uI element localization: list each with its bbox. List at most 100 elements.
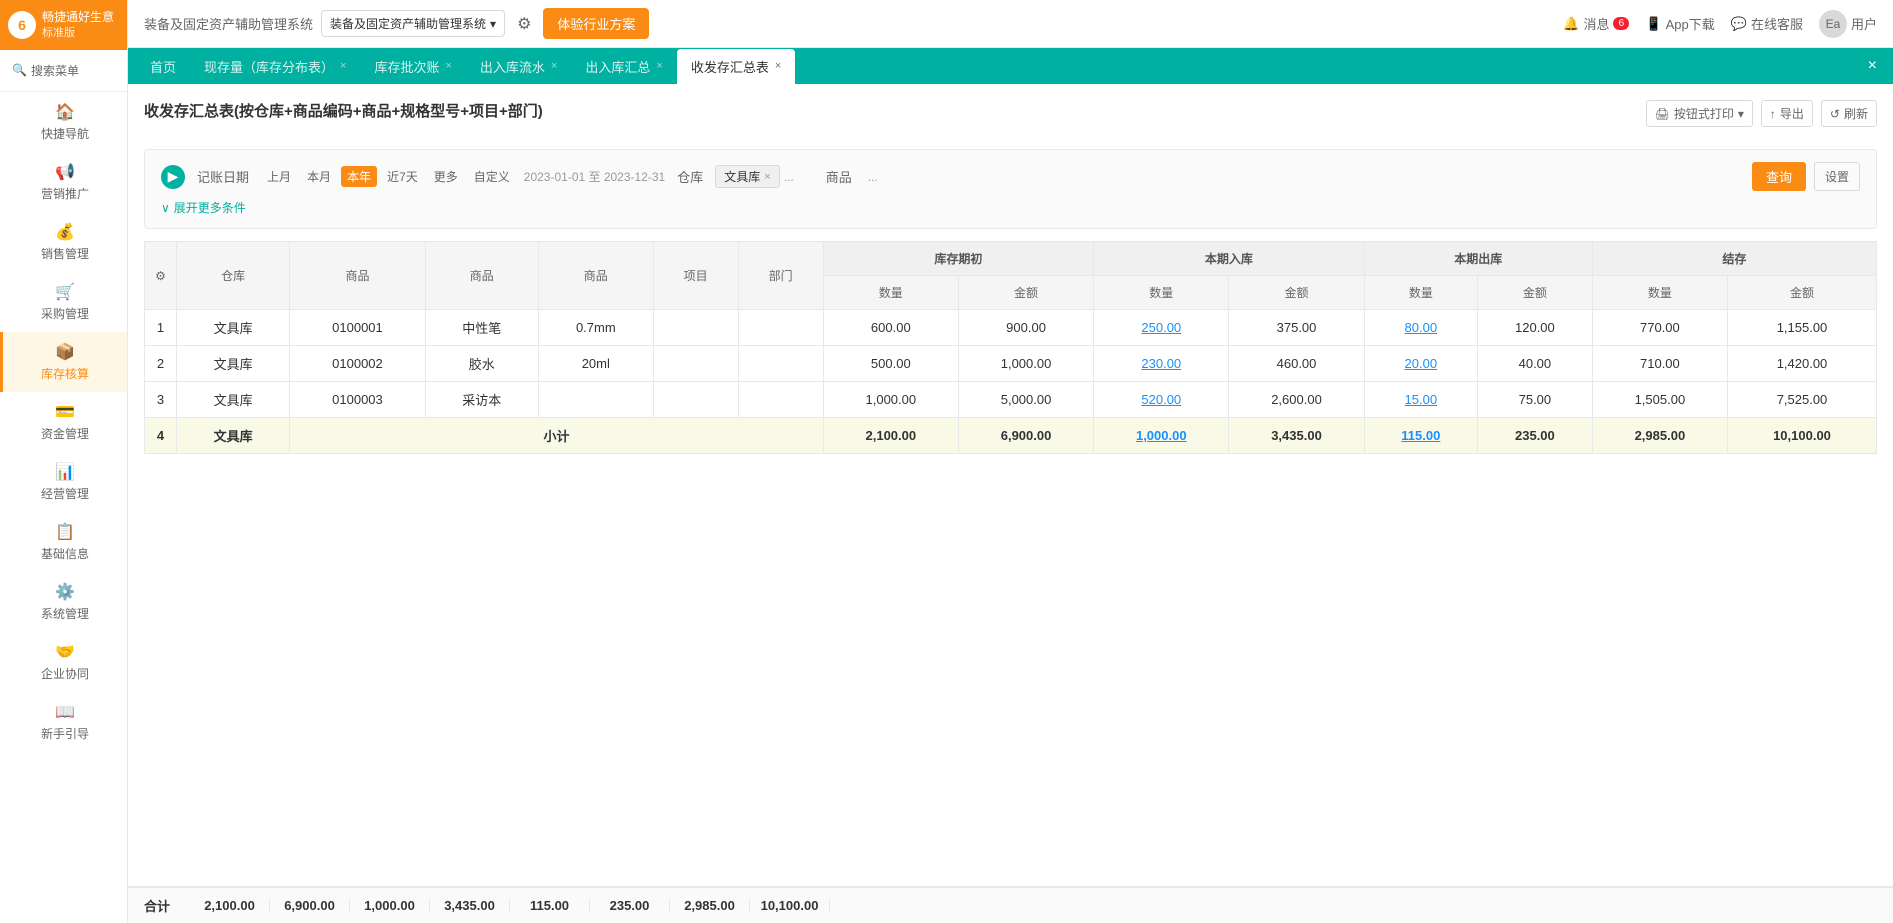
tab-close-inout-flow[interactable]: ×: [551, 60, 557, 72]
th-closing-qty: 数量: [1592, 276, 1727, 310]
tab-home[interactable]: 首页: [136, 49, 190, 84]
footer-closing-qty: 2,985.00: [670, 898, 750, 913]
tab-close-batch[interactable]: ×: [445, 60, 451, 72]
date-opt-this-year[interactable]: 本年: [341, 166, 377, 187]
app-download-item[interactable]: 📱 App下载: [1645, 14, 1714, 33]
print-button[interactable]: 🖨 按钮式打印 ▾: [1646, 100, 1753, 127]
subtotal-closing-qty: 2,985.00: [1592, 418, 1727, 454]
search-icon: 🔍: [12, 63, 27, 77]
sidebar-search-area: 🔍 搜索菜单: [0, 50, 127, 92]
topbar-right: 🔔 消息 6 📱 App下载 💬 在线客服 Ea 用户: [1563, 10, 1877, 38]
table-row: 2 文具库 0100002 胶水 20ml 500.00 1,000.00 23…: [145, 346, 1877, 382]
sidebar-item-operations[interactable]: 📊 经营管理: [0, 452, 127, 512]
data-table: ⚙ 仓库 商品 商品 商品 项目 部门 库存期初 本期入库 本期出库 结存: [144, 241, 1877, 454]
th-settings[interactable]: ⚙: [145, 242, 177, 310]
page-inner: 收发存汇总表(按仓库+商品编码+商品+规格型号+项目+部门) 🖨 按钮式打印 ▾…: [128, 84, 1893, 886]
enterprise-icon: 🤝: [55, 642, 75, 662]
system-dropdown[interactable]: 装备及固定资产辅助管理系统 ▾: [321, 10, 505, 37]
tab-collect-summary[interactable]: 收发存汇总表 ×: [677, 49, 795, 84]
warehouse-label: 仓库: [677, 167, 703, 186]
home-icon: 🏠: [55, 102, 75, 122]
sidebar-item-finance[interactable]: 💳 资金管理: [0, 392, 127, 452]
footer-closing-amt: 10,100.00: [750, 898, 830, 913]
sidebar-item-quick-nav[interactable]: 🏠 快捷导航: [0, 92, 127, 152]
expand-more-conditions[interactable]: ∨ 展开更多条件: [161, 199, 1860, 216]
tab-stock-dist[interactable]: 现存量（库存分布表） ×: [190, 49, 360, 84]
tab-batch[interactable]: 库存批次账 ×: [360, 49, 465, 84]
refresh-button[interactable]: ↺ 刷新: [1821, 100, 1877, 127]
sidebar-item-system[interactable]: ⚙️ 系统管理: [0, 572, 127, 632]
sidebar-item-sales[interactable]: 💰 销售管理: [0, 212, 127, 272]
sidebar-item-inventory[interactable]: 📦 库存核算: [0, 332, 127, 392]
row-in-qty[interactable]: 230.00: [1094, 346, 1229, 382]
row-project: [653, 346, 738, 382]
date-opt-7days[interactable]: 近7天: [381, 166, 424, 187]
tabbar-close-button[interactable]: ×: [1860, 53, 1885, 79]
row-goods-spec: [538, 382, 653, 418]
guide-icon: 📖: [55, 702, 75, 722]
subtotal-label: 小计: [290, 418, 823, 454]
footer-label: 合计: [144, 896, 170, 915]
subtotal-out-qty[interactable]: 115.00: [1364, 418, 1477, 454]
th-in-amt: 金额: [1229, 276, 1364, 310]
query-button[interactable]: 查询: [1752, 162, 1806, 191]
sidebar-item-guide[interactable]: 📖 新手引导: [0, 692, 127, 752]
filter-toggle-button[interactable]: ▶: [161, 165, 185, 189]
sidebar-item-basic-info[interactable]: 📋 基础信息: [0, 512, 127, 572]
row-out-qty[interactable]: 15.00: [1364, 382, 1477, 418]
trial-button[interactable]: 体验行业方案: [543, 8, 649, 39]
user-item[interactable]: Ea 用户: [1819, 10, 1877, 38]
row-goods-code: 0100003: [290, 382, 425, 418]
row-out-amt: 120.00: [1478, 310, 1593, 346]
online-service-item[interactable]: 💬 在线客服: [1731, 14, 1803, 33]
th-out-amt: 金额: [1478, 276, 1593, 310]
tab-inout-flow[interactable]: 出入库流水 ×: [466, 49, 571, 84]
row-out-qty[interactable]: 80.00: [1364, 310, 1477, 346]
basic-info-icon: 📋: [55, 522, 75, 542]
tab-close-collect-summary[interactable]: ×: [775, 60, 781, 72]
row-out-qty[interactable]: 20.00: [1364, 346, 1477, 382]
row-opening-qty: 1,000.00: [823, 382, 958, 418]
footer-out-qty: 115.00: [510, 898, 590, 913]
search-menu-button[interactable]: 🔍 搜索菜单: [8, 58, 119, 83]
tab-close-inout-summary[interactable]: ×: [656, 60, 662, 72]
row-in-qty[interactable]: 520.00: [1094, 382, 1229, 418]
goods-filter-label: 商品: [826, 167, 852, 186]
row-department: [738, 310, 823, 346]
chevron-down-expand-icon: ∨: [161, 201, 170, 215]
sidebar-item-enterprise[interactable]: 🤝 企业协同: [0, 632, 127, 692]
th-group-opening: 库存期初: [823, 242, 1093, 276]
date-opt-this-month[interactable]: 本月: [301, 166, 337, 187]
page-area: 收发存汇总表(按仓库+商品编码+商品+规格型号+项目+部门) 🖨 按钮式打印 ▾…: [128, 84, 1893, 886]
row-opening-amt: 900.00: [958, 310, 1093, 346]
date-opt-more[interactable]: 更多: [428, 166, 464, 187]
row-in-qty[interactable]: 250.00: [1094, 310, 1229, 346]
service-icon: 💬: [1731, 16, 1747, 32]
row-closing-amt: 1,155.00: [1728, 310, 1877, 346]
chevron-down-icon-print: ▾: [1738, 107, 1744, 121]
footer-in-qty: 1,000.00: [350, 898, 430, 913]
settings-icon[interactable]: ⚙: [513, 10, 535, 38]
table-row: 3 文具库 0100003 采访本 1,000.00 5,000.00 520.…: [145, 382, 1877, 418]
marketing-icon: 📢: [55, 162, 75, 182]
sidebar-item-purchase[interactable]: 🛒 采购管理: [0, 272, 127, 332]
warehouse-more[interactable]: ...: [784, 170, 794, 184]
subtotal-no: 4: [145, 418, 177, 454]
tab-inout-summary[interactable]: 出入库汇总 ×: [571, 49, 676, 84]
export-button[interactable]: ↑ 导出: [1761, 100, 1813, 127]
row-closing-qty: 770.00: [1592, 310, 1727, 346]
date-opt-last-month[interactable]: 上月: [261, 166, 297, 187]
settings-button[interactable]: 设置: [1814, 162, 1860, 191]
row-opening-qty: 500.00: [823, 346, 958, 382]
warehouse-tag-close[interactable]: ×: [764, 171, 770, 183]
row-opening-amt: 5,000.00: [958, 382, 1093, 418]
sidebar-item-marketing[interactable]: 📢 营销推广: [0, 152, 127, 212]
subtotal-opening-amt: 6,900.00: [958, 418, 1093, 454]
goods-more[interactable]: ...: [868, 170, 878, 184]
date-opt-custom[interactable]: 自定义: [468, 166, 516, 187]
warehouse-tag[interactable]: 文具库 ×: [715, 165, 779, 188]
subtotal-in-qty[interactable]: 1,000.00: [1094, 418, 1229, 454]
sales-icon: 💰: [55, 222, 75, 242]
notifications-item[interactable]: 🔔 消息 6: [1563, 14, 1629, 33]
tab-close-stock-dist[interactable]: ×: [340, 60, 346, 72]
